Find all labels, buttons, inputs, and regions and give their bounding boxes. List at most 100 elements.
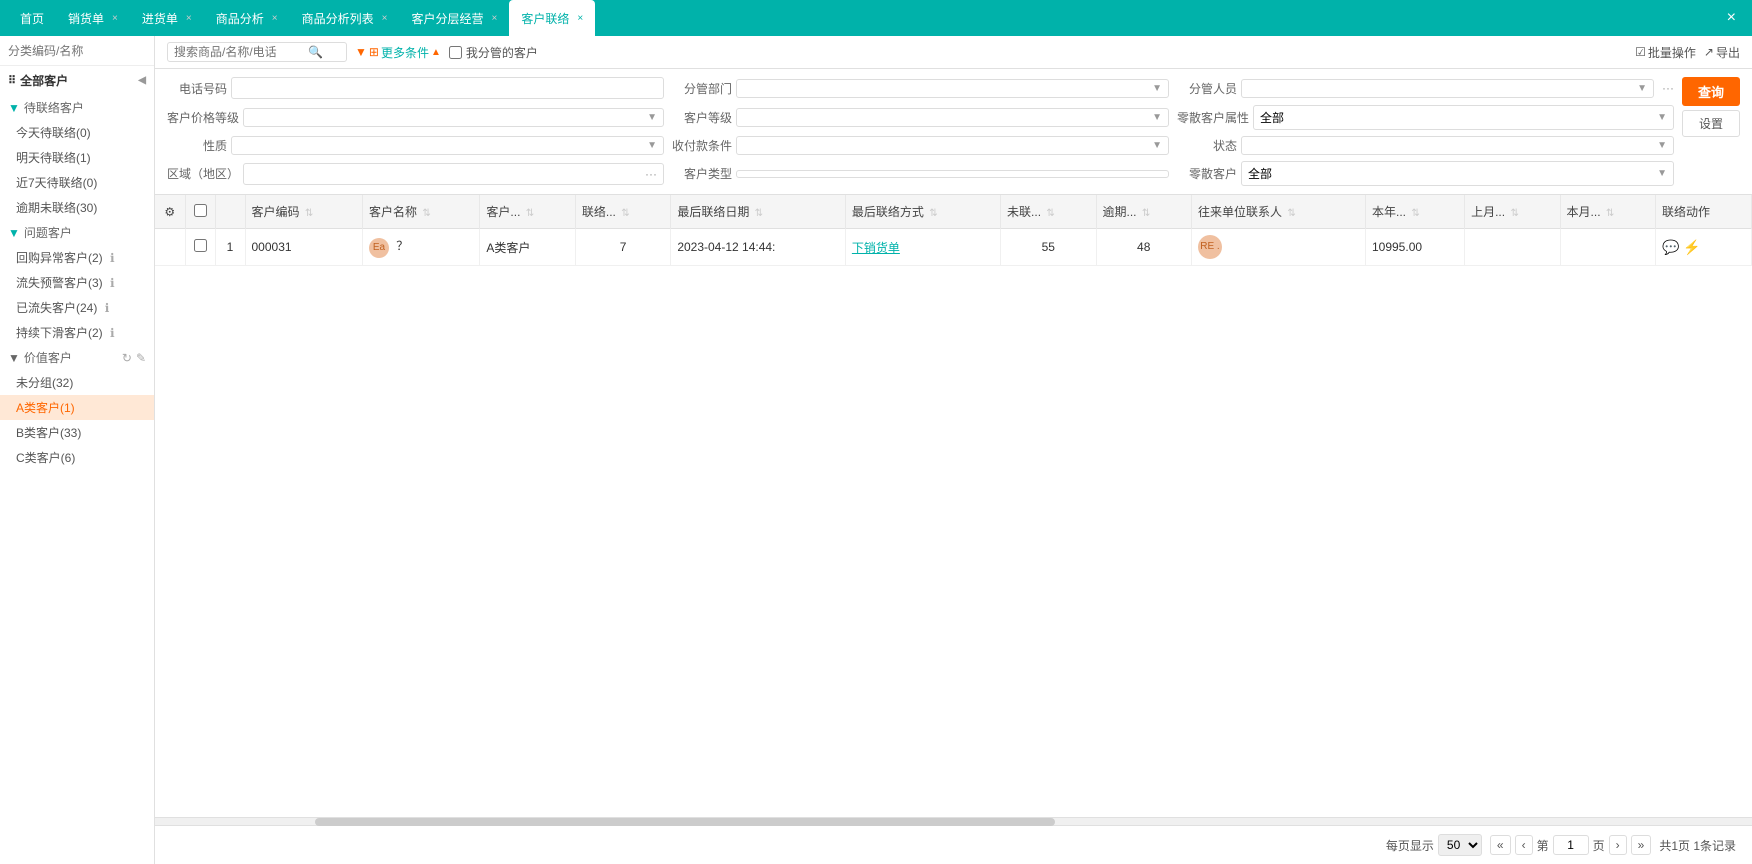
price-level-select[interactable]: ▼: [243, 108, 664, 127]
close-icon[interactable]: ×: [491, 13, 497, 24]
sidebar-search-input[interactable]: [8, 44, 155, 58]
horizontal-scrollbar[interactable]: [155, 817, 1752, 825]
contact-avatar: RE .: [1198, 235, 1222, 259]
nav-home[interactable]: 首页: [8, 0, 56, 36]
my-customers-check[interactable]: [449, 46, 462, 59]
nav-product-list[interactable]: 商品分析列表 ×: [290, 0, 400, 36]
sidebar-item-overdue[interactable]: 逾期未联络(30): [0, 195, 154, 220]
next-page-button[interactable]: ›: [1609, 835, 1627, 855]
col-settings[interactable]: ⚙: [155, 195, 185, 229]
edit-icon[interactable]: ✎: [136, 351, 146, 365]
close-all-button[interactable]: ×: [1719, 9, 1744, 27]
settings-button[interactable]: 设置: [1682, 110, 1740, 137]
chat-icon[interactable]: 💬: [1662, 239, 1679, 256]
sidebar-problem-customers-group[interactable]: ▼ 问题客户: [0, 220, 154, 245]
page-navigation: « ‹ 第 页 › »: [1490, 835, 1651, 855]
sidebar-item-7days[interactable]: 近7天待联络(0): [0, 170, 154, 195]
col-code[interactable]: 客户编码 ⇅: [245, 195, 362, 229]
sort-icon: ⇅: [621, 208, 629, 219]
nature-select[interactable]: ▼: [231, 136, 664, 155]
qr-icon[interactable]: ⚡: [1683, 239, 1700, 256]
status-select[interactable]: ▼: [1241, 136, 1674, 155]
col-this-year[interactable]: 本年... ⇅: [1365, 195, 1464, 229]
staff-select[interactable]: ▼: [1241, 79, 1654, 98]
nav-product-analysis[interactable]: 商品分析 ×: [204, 0, 290, 36]
col-overdue[interactable]: 逾期... ⇅: [1096, 195, 1191, 229]
sidebar-item-unclassified[interactable]: 未分组(32): [0, 370, 154, 395]
col-last-date[interactable]: 最后联络日期 ⇅: [671, 195, 846, 229]
more-icon[interactable]: ···: [1662, 81, 1674, 95]
sidebar-value-customers-group[interactable]: ▼ 价值客户 ↻ ✎: [0, 345, 154, 370]
cell-contacts: 7: [575, 229, 670, 266]
batch-ops-button[interactable]: ☑ 批量操作: [1635, 44, 1696, 61]
more-conditions-button[interactable]: ▼ ⊞ 更多条件 ▲: [355, 44, 441, 61]
sidebar-item-churned[interactable]: 已流失客户(24) ℹ: [0, 295, 154, 320]
my-customers-checkbox[interactable]: 我分管的客户: [449, 44, 538, 61]
refresh-icon[interactable]: ↻: [122, 351, 132, 365]
sidebar-item-repurchase-abnormal[interactable]: 回购异常客户(2) ℹ: [0, 245, 154, 270]
sidebar-pending-contact-group[interactable]: ▼ 待联络客户: [0, 95, 154, 120]
last-contact-link[interactable]: 下销货单: [852, 241, 900, 255]
batch-icon: ☑: [1635, 45, 1646, 59]
retail-attr-field: 零散客户属性 全部 ▼: [1177, 105, 1674, 130]
cell-name: Ea ？: [362, 229, 479, 266]
sort-icon: ⇅: [422, 208, 430, 219]
collapse-icon[interactable]: ◀: [138, 75, 146, 86]
col-category[interactable]: 客户... ⇅: [480, 195, 575, 229]
cell-check[interactable]: [185, 229, 215, 266]
close-icon[interactable]: ×: [186, 13, 192, 24]
payment-select[interactable]: ▼: [736, 136, 1169, 155]
cell-last-month: [1465, 229, 1560, 266]
nav-customer-tier[interactable]: 客户分层经营 ×: [399, 0, 509, 36]
scrollbar-thumb[interactable]: [315, 818, 1055, 826]
query-button[interactable]: 查询: [1682, 77, 1740, 106]
filter-row-3: 性质 ▼ 收付款条件 ▼: [167, 136, 1674, 155]
col-not-contacted[interactable]: 未联... ⇅: [1001, 195, 1096, 229]
customer-level-select[interactable]: ▼: [736, 108, 1169, 127]
sidebar-item-b-class[interactable]: B类客户(33): [0, 420, 154, 445]
col-last-method[interactable]: 最后联络方式 ⇅: [845, 195, 1000, 229]
col-name[interactable]: 客户名称 ⇅: [362, 195, 479, 229]
prev-page-button[interactable]: ‹: [1515, 835, 1533, 855]
main-search-box[interactable]: 🔍: [167, 42, 347, 62]
first-page-button[interactable]: «: [1490, 835, 1511, 855]
dept-select[interactable]: ▼: [736, 79, 1169, 98]
nav-sales[interactable]: 销货单 ×: [56, 0, 130, 36]
area-select[interactable]: ···: [243, 163, 664, 185]
customer-type-select[interactable]: [736, 170, 1169, 178]
page-number-input[interactable]: [1553, 835, 1589, 855]
close-icon[interactable]: ×: [382, 13, 388, 24]
retail-attr-select[interactable]: 全部 ▼: [1253, 105, 1674, 130]
last-page-button[interactable]: »: [1631, 835, 1652, 855]
cell-last-method[interactable]: 下销货单: [845, 229, 1000, 266]
col-this-month[interactable]: 本月... ⇅: [1560, 195, 1655, 229]
nav-customer-contact[interactable]: 客户联络 ×: [509, 0, 595, 36]
more-icon[interactable]: ···: [645, 167, 657, 181]
close-icon[interactable]: ×: [112, 13, 118, 24]
sidebar-all-customers[interactable]: ⠿ 全部客户 ◀: [0, 66, 154, 95]
per-page-select[interactable]: 50: [1438, 834, 1482, 856]
col-company-contacts[interactable]: 往来单位联系人 ⇅: [1191, 195, 1365, 229]
sidebar-item-c-class[interactable]: C类客户(6): [0, 445, 154, 470]
main-search-input[interactable]: [174, 45, 304, 59]
close-icon[interactable]: ×: [577, 13, 583, 24]
export-button[interactable]: ↗ 导出: [1704, 44, 1740, 61]
col-check[interactable]: [185, 195, 215, 229]
sidebar-item-churn-warning[interactable]: 流失预警客户(3) ℹ: [0, 270, 154, 295]
sidebar-item-a-class[interactable]: A类客户(1): [0, 395, 154, 420]
col-last-month[interactable]: 上月... ⇅: [1465, 195, 1560, 229]
select-all-checkbox[interactable]: [194, 204, 207, 217]
nav-purchase[interactable]: 进货单 ×: [130, 0, 204, 36]
top-nav: 首页 销货单 × 进货单 × 商品分析 × 商品分析列表 × 客户分层经营 × …: [0, 0, 1752, 36]
phone-input[interactable]: [231, 77, 664, 99]
search-icon[interactable]: 🔍: [308, 45, 323, 59]
sidebar-item-declining[interactable]: 持续下滑客户(2) ℹ: [0, 320, 154, 345]
sidebar-item-today[interactable]: 今天待联络(0): [0, 120, 154, 145]
close-icon[interactable]: ×: [272, 13, 278, 24]
sidebar-item-tomorrow[interactable]: 明天待联络(1): [0, 145, 154, 170]
col-contacts[interactable]: 联络... ⇅: [575, 195, 670, 229]
row-checkbox[interactable]: [194, 239, 207, 252]
cell-company-contacts: RE .: [1191, 229, 1365, 266]
retail-customer-select[interactable]: 全部 ▼: [1241, 161, 1674, 186]
grid-icon: ⠿: [8, 74, 16, 87]
